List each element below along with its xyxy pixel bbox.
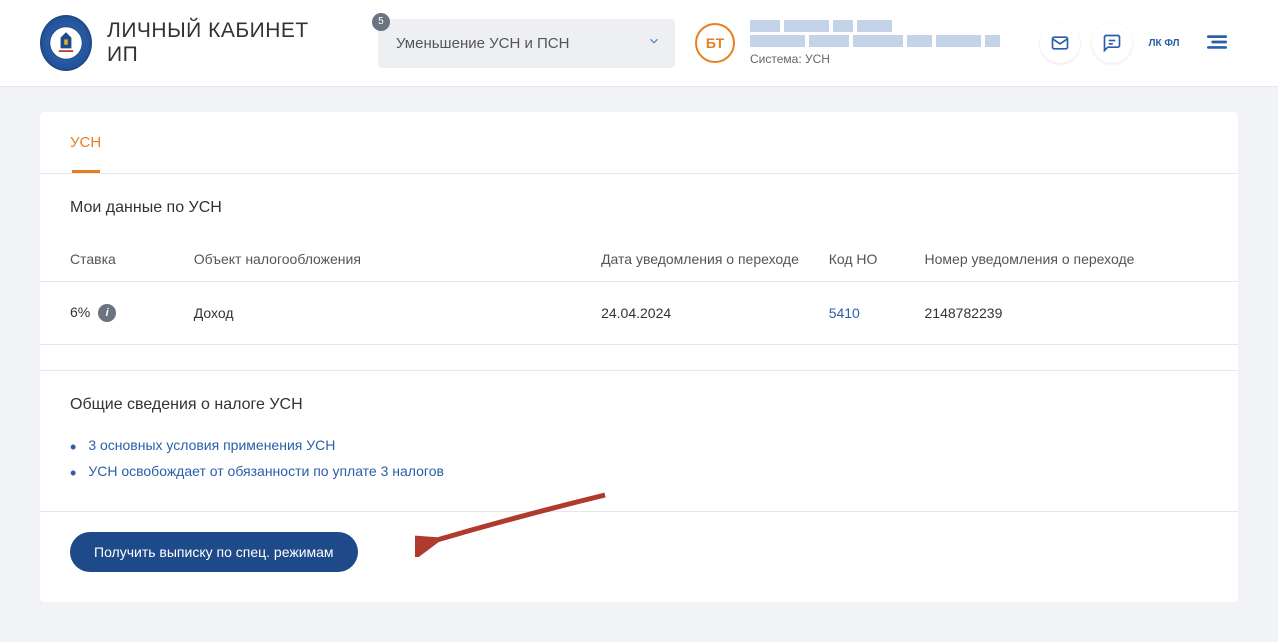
link-exempts[interactable]: УСН освобождает от обязанности по уплате… <box>88 463 444 479</box>
rate-value: 6% <box>70 304 90 320</box>
cell-object: Доход <box>184 282 591 345</box>
user-system-label: Система: УСН <box>750 52 1000 66</box>
usn-data-table: Ставка Объект налогообложения Дата уведо… <box>40 237 1238 345</box>
usn-info-list: 3 основных условия применения УСН УСН ос… <box>70 434 1208 486</box>
app-header: ЛИЧНЫЙ КАБИНЕТ ИП 5 Уменьшение УСН и ПСН… <box>0 0 1278 87</box>
header-icons: ЛК ФЛ <box>1040 21 1238 66</box>
mail-icon <box>1050 33 1070 53</box>
table-row: 6% i Доход 24.04.2024 5410 2148782239 <box>40 282 1238 345</box>
cell-code: 5410 <box>819 282 915 345</box>
mail-button[interactable] <box>1040 23 1080 63</box>
user-name-redacted <box>750 20 1000 47</box>
dropdown-field[interactable]: Уменьшение УСН и ПСН <box>378 19 675 68</box>
cell-notice-date: 24.04.2024 <box>591 282 819 345</box>
menu-button[interactable] <box>1196 21 1238 66</box>
fns-emblem-icon <box>40 15 92 71</box>
usn-general-section: Общие сведения о налоге УСН 3 основных у… <box>40 370 1238 512</box>
col-rate: Ставка <box>40 237 184 282</box>
cell-rate: 6% i <box>40 282 184 345</box>
usn-data-section: Мои данные по УСН Ставка Объект налогооб… <box>40 174 1238 370</box>
col-notice-date: Дата уведомления о переходе <box>591 237 819 282</box>
code-link[interactable]: 5410 <box>829 305 860 321</box>
col-code: Код НО <box>819 237 915 282</box>
dropdown-value: Уменьшение УСН и ПСН <box>396 35 570 52</box>
cell-notice-number: 2148782239 <box>915 282 1238 345</box>
chevron-down-icon <box>647 34 661 52</box>
dropdown-badge: 5 <box>372 13 390 31</box>
tab-usn[interactable]: УСН <box>70 112 101 173</box>
action-row: Получить выписку по спец. режимам <box>40 512 1238 602</box>
chat-icon <box>1102 33 1122 53</box>
user-info: Система: УСН <box>750 20 1000 66</box>
info-icon[interactable]: i <box>98 304 116 322</box>
lk-fl-button[interactable]: ЛК ФЛ <box>1144 23 1184 63</box>
get-statement-button[interactable]: Получить выписку по спец. режимам <box>70 532 358 572</box>
chat-button[interactable] <box>1092 23 1132 63</box>
usn-general-title: Общие сведения о налоге УСН <box>70 396 1208 414</box>
col-notice-number: Номер уведомления о переходе <box>915 237 1238 282</box>
list-item: 3 основных условия применения УСН <box>70 434 1208 460</box>
logo-block: ЛИЧНЫЙ КАБИНЕТ ИП <box>40 15 328 71</box>
category-dropdown[interactable]: 5 Уменьшение УСН и ПСН <box>378 19 675 68</box>
usn-data-title: Мои данные по УСН <box>70 199 1208 217</box>
user-block: БТ Система: УСН <box>695 20 1000 66</box>
list-item: УСН освобождает от обязанности по уплате… <box>70 460 1208 486</box>
avatar[interactable]: БТ <box>695 23 735 63</box>
link-conditions[interactable]: 3 основных условия применения УСН <box>88 437 335 453</box>
col-object: Объект налогообложения <box>184 237 591 282</box>
table-header-row: Ставка Объект налогообложения Дата уведо… <box>40 237 1238 282</box>
usn-card: УСН Мои данные по УСН Ставка Объект нало… <box>40 112 1238 602</box>
app-title: ЛИЧНЫЙ КАБИНЕТ ИП <box>107 19 328 67</box>
tabs-bar: УСН <box>40 112 1238 174</box>
content-area: УСН Мои данные по УСН Ставка Объект нало… <box>0 87 1278 627</box>
menu-icon <box>1204 29 1230 55</box>
